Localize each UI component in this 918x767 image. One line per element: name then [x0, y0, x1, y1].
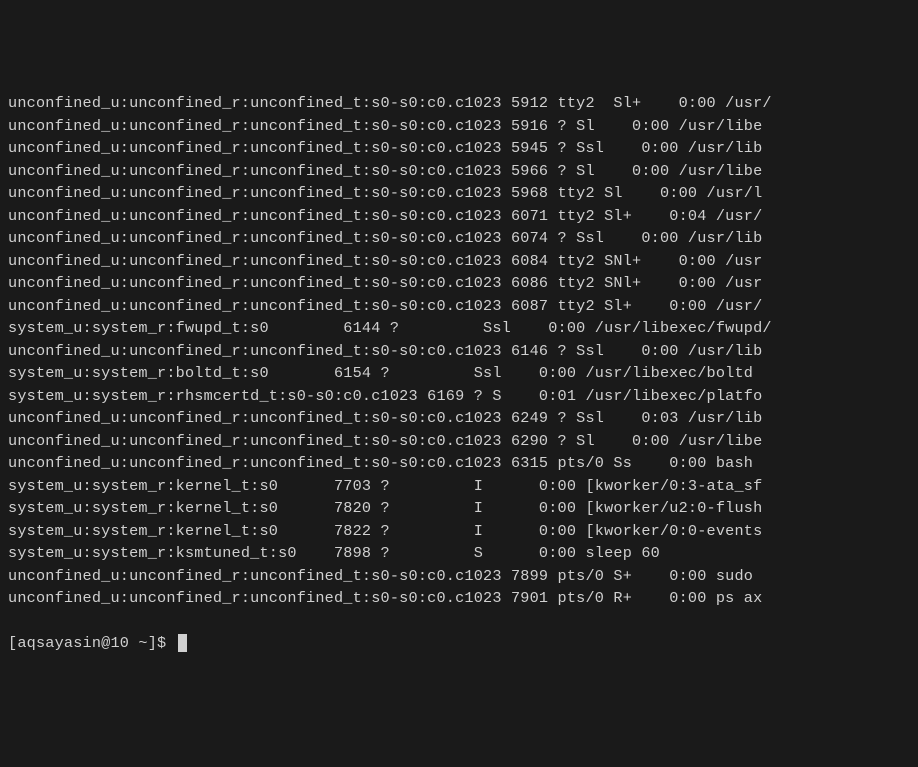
terminal-line: unconfined_u:unconfined_r:unconfined_t:s…	[8, 295, 910, 318]
shell-prompt: [aqsayasin@10 ~]$	[8, 632, 176, 655]
terminal-line: system_u:system_r:fwupd_t:s0 6144 ? Ssl …	[8, 317, 910, 340]
terminal-line: unconfined_u:unconfined_r:unconfined_t:s…	[8, 565, 910, 588]
terminal-line: system_u:system_r:boltd_t:s0 6154 ? Ssl …	[8, 362, 910, 385]
terminal-line: system_u:system_r:kernel_t:s0 7703 ? I 0…	[8, 475, 910, 498]
terminal-line: system_u:system_r:rhsmcertd_t:s0-s0:c0.c…	[8, 385, 910, 408]
terminal-line: unconfined_u:unconfined_r:unconfined_t:s…	[8, 182, 910, 205]
terminal-line: unconfined_u:unconfined_r:unconfined_t:s…	[8, 587, 910, 610]
terminal-line: unconfined_u:unconfined_r:unconfined_t:s…	[8, 430, 910, 453]
terminal-line: unconfined_u:unconfined_r:unconfined_t:s…	[8, 272, 910, 295]
terminal-line: system_u:system_r:ksmtuned_t:s0 7898 ? S…	[8, 542, 910, 565]
terminal-line: unconfined_u:unconfined_r:unconfined_t:s…	[8, 250, 910, 273]
terminal-line: unconfined_u:unconfined_r:unconfined_t:s…	[8, 160, 910, 183]
prompt-line[interactable]: [aqsayasin@10 ~]$	[8, 632, 910, 655]
terminal-line: unconfined_u:unconfined_r:unconfined_t:s…	[8, 92, 910, 115]
terminal-line: unconfined_u:unconfined_r:unconfined_t:s…	[8, 137, 910, 160]
terminal-line: unconfined_u:unconfined_r:unconfined_t:s…	[8, 205, 910, 228]
terminal-line: unconfined_u:unconfined_r:unconfined_t:s…	[8, 115, 910, 138]
terminal-output[interactable]: unconfined_u:unconfined_r:unconfined_t:s…	[8, 92, 910, 610]
terminal-line: unconfined_u:unconfined_r:unconfined_t:s…	[8, 227, 910, 250]
cursor	[178, 634, 187, 652]
terminal-line: unconfined_u:unconfined_r:unconfined_t:s…	[8, 452, 910, 475]
terminal-line: system_u:system_r:kernel_t:s0 7820 ? I 0…	[8, 497, 910, 520]
terminal-line: unconfined_u:unconfined_r:unconfined_t:s…	[8, 340, 910, 363]
terminal-line: system_u:system_r:kernel_t:s0 7822 ? I 0…	[8, 520, 910, 543]
terminal-line: unconfined_u:unconfined_r:unconfined_t:s…	[8, 407, 910, 430]
